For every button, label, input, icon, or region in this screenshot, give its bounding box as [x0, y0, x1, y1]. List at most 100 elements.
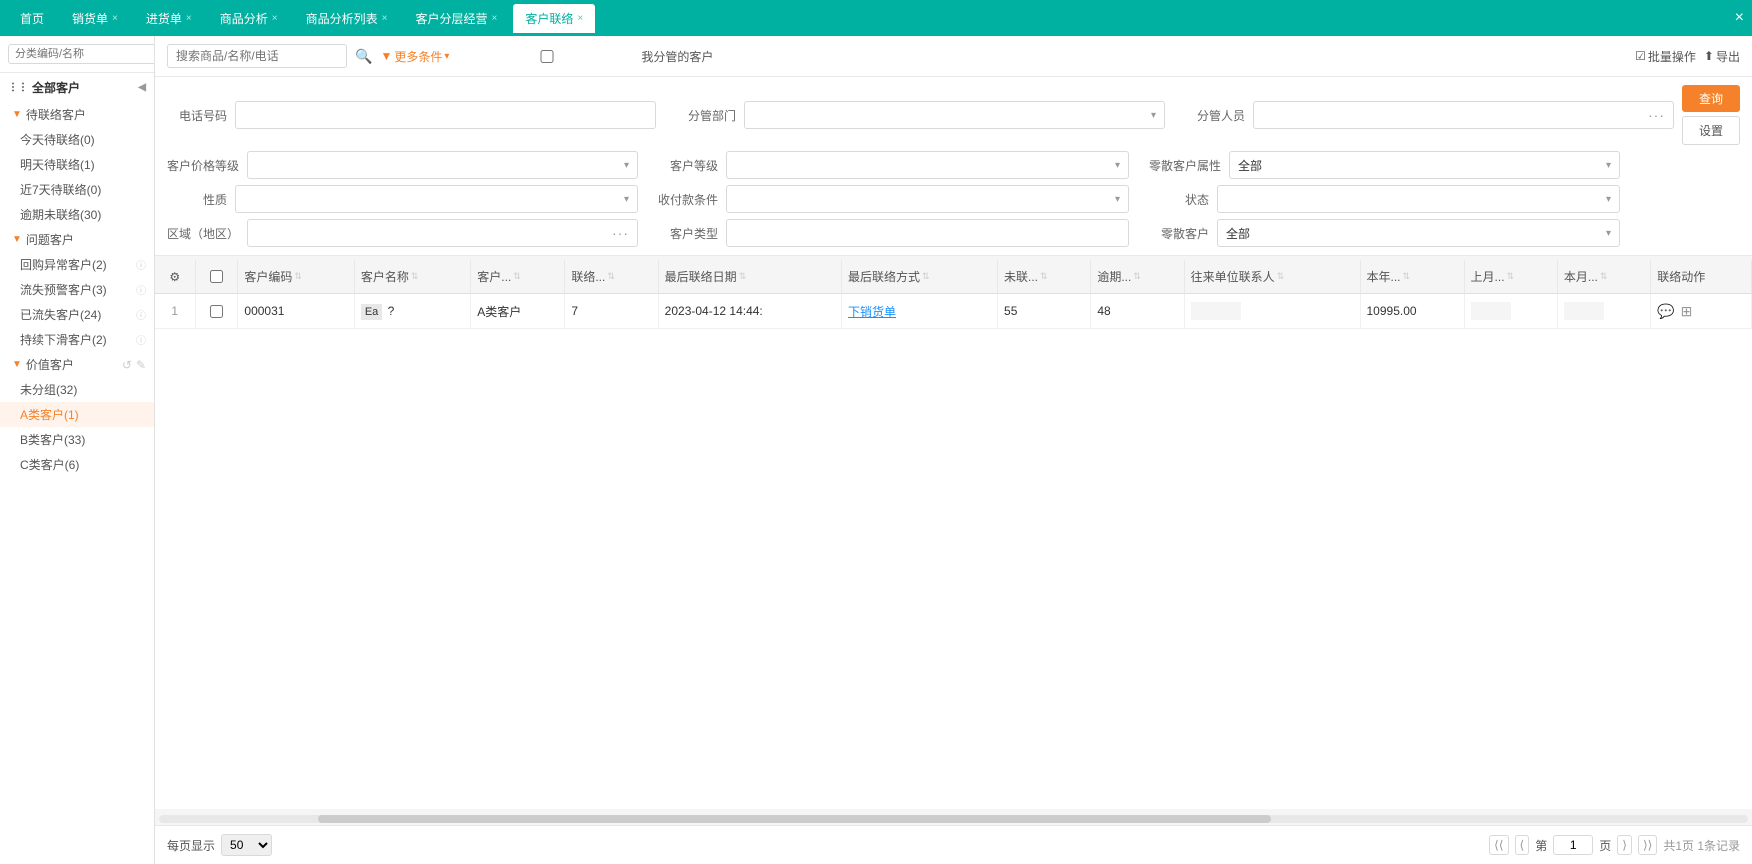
select-all-checkbox[interactable]	[210, 270, 223, 283]
sidebar-item-a-class[interactable]: A类客户(1)	[0, 402, 154, 427]
nav-product-analysis[interactable]: 商品分析 ×	[208, 4, 290, 33]
nav-customer-segmentation[interactable]: 客户分层经营 ×	[403, 4, 509, 33]
filter-payment-input[interactable]: ▾	[726, 185, 1129, 213]
sidebar-item-churn-warning[interactable]: 流失预警客户(3) ⓘ	[0, 277, 154, 302]
nav-sales-order[interactable]: 销货单 ×	[60, 4, 130, 33]
contact-person-cell	[1191, 302, 1241, 320]
close-sales-order-icon[interactable]: ×	[112, 13, 118, 24]
page-number-input[interactable]	[1553, 835, 1593, 855]
main-layout: 🔍 ⋮⋮ 全部客户 ◀ ▼ 待联络客户 今天待联络(0) 明天待联络(1) 近7…	[0, 36, 1752, 864]
settings-button[interactable]: 设置	[1682, 116, 1740, 145]
first-page-button[interactable]: ⟨⟨	[1489, 835, 1508, 855]
info-icon-4: ⓘ	[136, 332, 146, 347]
nav-product-analysis-list[interactable]: 商品分析列表 ×	[294, 4, 400, 33]
sidebar-item-churned[interactable]: 已流失客户(24) ⓘ	[0, 302, 154, 327]
export-button[interactable]: ⬆ 导出	[1704, 48, 1740, 65]
last-month-cell	[1471, 302, 1511, 320]
filter-customer-type-input[interactable]	[726, 219, 1129, 247]
page-size-select[interactable]: 50 20 100	[221, 834, 272, 856]
search-input[interactable]	[167, 44, 347, 68]
nav-purchase-order[interactable]: 进货单 ×	[134, 4, 204, 33]
filter-nature-input[interactable]: ▾	[235, 185, 638, 213]
message-icon[interactable]: 💬	[1657, 303, 1674, 320]
sort-last-month-icon: ⇅	[1507, 271, 1515, 282]
sort-date-icon: ⇅	[739, 271, 747, 282]
sidebar-all-customers[interactable]: ⋮⋮ 全部客户 ◀	[0, 73, 154, 102]
filter-department-input[interactable]: ▾	[744, 101, 1165, 129]
horizontal-scrollbar[interactable]	[155, 813, 1752, 825]
td-code: 000031	[238, 294, 354, 329]
filter-row-1: 电话号码 分管部门 ▾ 分管	[167, 85, 1740, 145]
sidebar-item-b-class[interactable]: B类客户(33)	[0, 427, 154, 452]
row-checkbox[interactable]	[210, 305, 223, 318]
sidebar-problem-customers-group[interactable]: ▼ 问题客户	[0, 227, 154, 252]
qr-icon[interactable]: ⊞	[1681, 303, 1693, 320]
filter-retail-input[interactable]: 全部 ▾	[1217, 219, 1620, 247]
close-product-analysis-list-icon[interactable]: ×	[382, 13, 388, 24]
filter-search-icon[interactable]: 🔍	[355, 48, 372, 65]
filter-retail-attr: 零散客户属性 全部 ▾	[1149, 151, 1620, 179]
filter-status-input[interactable]: ▾	[1217, 185, 1620, 213]
sort-year-icon: ⇅	[1403, 271, 1411, 282]
refresh-icon[interactable]: ↺	[122, 358, 132, 372]
close-product-analysis-icon[interactable]: ×	[272, 13, 278, 24]
sidebar-item-c-class[interactable]: C类客户(6)	[0, 452, 154, 477]
sidebar-item-overdue[interactable]: 逾期未联络(30)	[0, 202, 154, 227]
query-button[interactable]: 查询	[1682, 85, 1740, 112]
close-all-icon[interactable]: ×	[1735, 9, 1744, 27]
nav-customer-contact[interactable]: 客户联络 ×	[513, 4, 595, 33]
th-gear: ⚙	[155, 260, 195, 294]
filter-price-level-input[interactable]: ▾	[247, 151, 638, 179]
bulk-op-button[interactable]: ☑ 批量操作	[1635, 48, 1696, 65]
nav-home[interactable]: 首页	[8, 4, 56, 33]
more-filters-button[interactable]: ▼ 更多条件 ▾	[380, 48, 449, 65]
sort-type-icon: ⇅	[513, 271, 521, 282]
td-this-month	[1557, 294, 1650, 329]
sort-overdue-icon: ⇅	[1133, 271, 1141, 282]
close-customer-contact-icon[interactable]: ×	[577, 13, 583, 24]
td-this-year: 10995.00	[1360, 294, 1464, 329]
sidebar-item-today[interactable]: 今天待联络(0)	[0, 127, 154, 152]
filter-retail-attr-input[interactable]: 全部 ▾	[1229, 151, 1620, 179]
collapse-icon: ◀	[138, 82, 146, 93]
sidebar-pending-contact-group[interactable]: ▼ 待联络客户	[0, 102, 154, 127]
dots-icon2: ···	[612, 225, 629, 241]
sidebar-value-customers-group[interactable]: ▼ 价值客户 ↺ ✎	[0, 352, 154, 377]
td-last-month	[1464, 294, 1557, 329]
scrollbar-thumb[interactable]	[318, 815, 1271, 823]
sidebar-item-declining[interactable]: 持续下滑客户(2) ⓘ	[0, 327, 154, 352]
td-last-contact-method[interactable]: 下销货单	[841, 294, 997, 329]
last-page-button[interactable]: ⟩⟩	[1638, 835, 1657, 855]
td-name: Ea ?	[354, 294, 470, 329]
filter-phone-input[interactable]	[235, 101, 656, 129]
sidebar-search-input[interactable]	[8, 44, 155, 64]
th-contact-count: 联络... ⇅	[565, 260, 658, 294]
th-checkbox	[195, 260, 238, 294]
chevron-down-icon8: ▾	[1606, 194, 1611, 205]
sidebar-item-unclassified[interactable]: 未分组(32)	[0, 377, 154, 402]
filter-region-input[interactable]: ···	[247, 219, 638, 247]
edit-icon[interactable]: ✎	[136, 358, 146, 372]
close-customer-segmentation-icon[interactable]: ×	[491, 13, 497, 24]
my-customers-checkbox[interactable]: 我分管的客户	[457, 48, 713, 65]
sort-person-icon: ⇅	[1277, 271, 1285, 282]
filter-payment: 收付款条件 ▾	[658, 185, 1129, 213]
chevron-down-icon4: ▾	[1115, 160, 1120, 171]
gear-icon[interactable]: ⚙	[169, 270, 180, 284]
filter-person: 分管人员 ···	[1185, 101, 1674, 129]
info-icon-2: ⓘ	[136, 282, 146, 297]
advanced-filters: 电话号码 分管部门 ▾ 分管	[155, 77, 1752, 256]
table-row: 1 000031 Ea ? A类客户	[155, 294, 1752, 329]
filter-row-4: 区域（地区） ··· 客户类型	[167, 219, 1740, 247]
next-page-button[interactable]: ⟩	[1617, 835, 1632, 855]
sidebar-item-7days[interactable]: 近7天待联络(0)	[0, 177, 154, 202]
close-purchase-order-icon[interactable]: ×	[186, 13, 192, 24]
filter-person-input[interactable]: ···	[1253, 101, 1674, 129]
chevron-down-icon3: ▾	[624, 160, 629, 171]
sidebar-item-repurchase-abnormal[interactable]: 回购异常客户(2) ⓘ	[0, 252, 154, 277]
sidebar-item-tomorrow[interactable]: 明天待联络(1)	[0, 152, 154, 177]
filter-customer-level-input[interactable]: ▾	[726, 151, 1129, 179]
prev-page-button[interactable]: ⟨	[1515, 835, 1530, 855]
my-customers-check[interactable]	[457, 50, 637, 63]
th-contact-person: 往来单位联系人 ⇅	[1184, 260, 1360, 294]
